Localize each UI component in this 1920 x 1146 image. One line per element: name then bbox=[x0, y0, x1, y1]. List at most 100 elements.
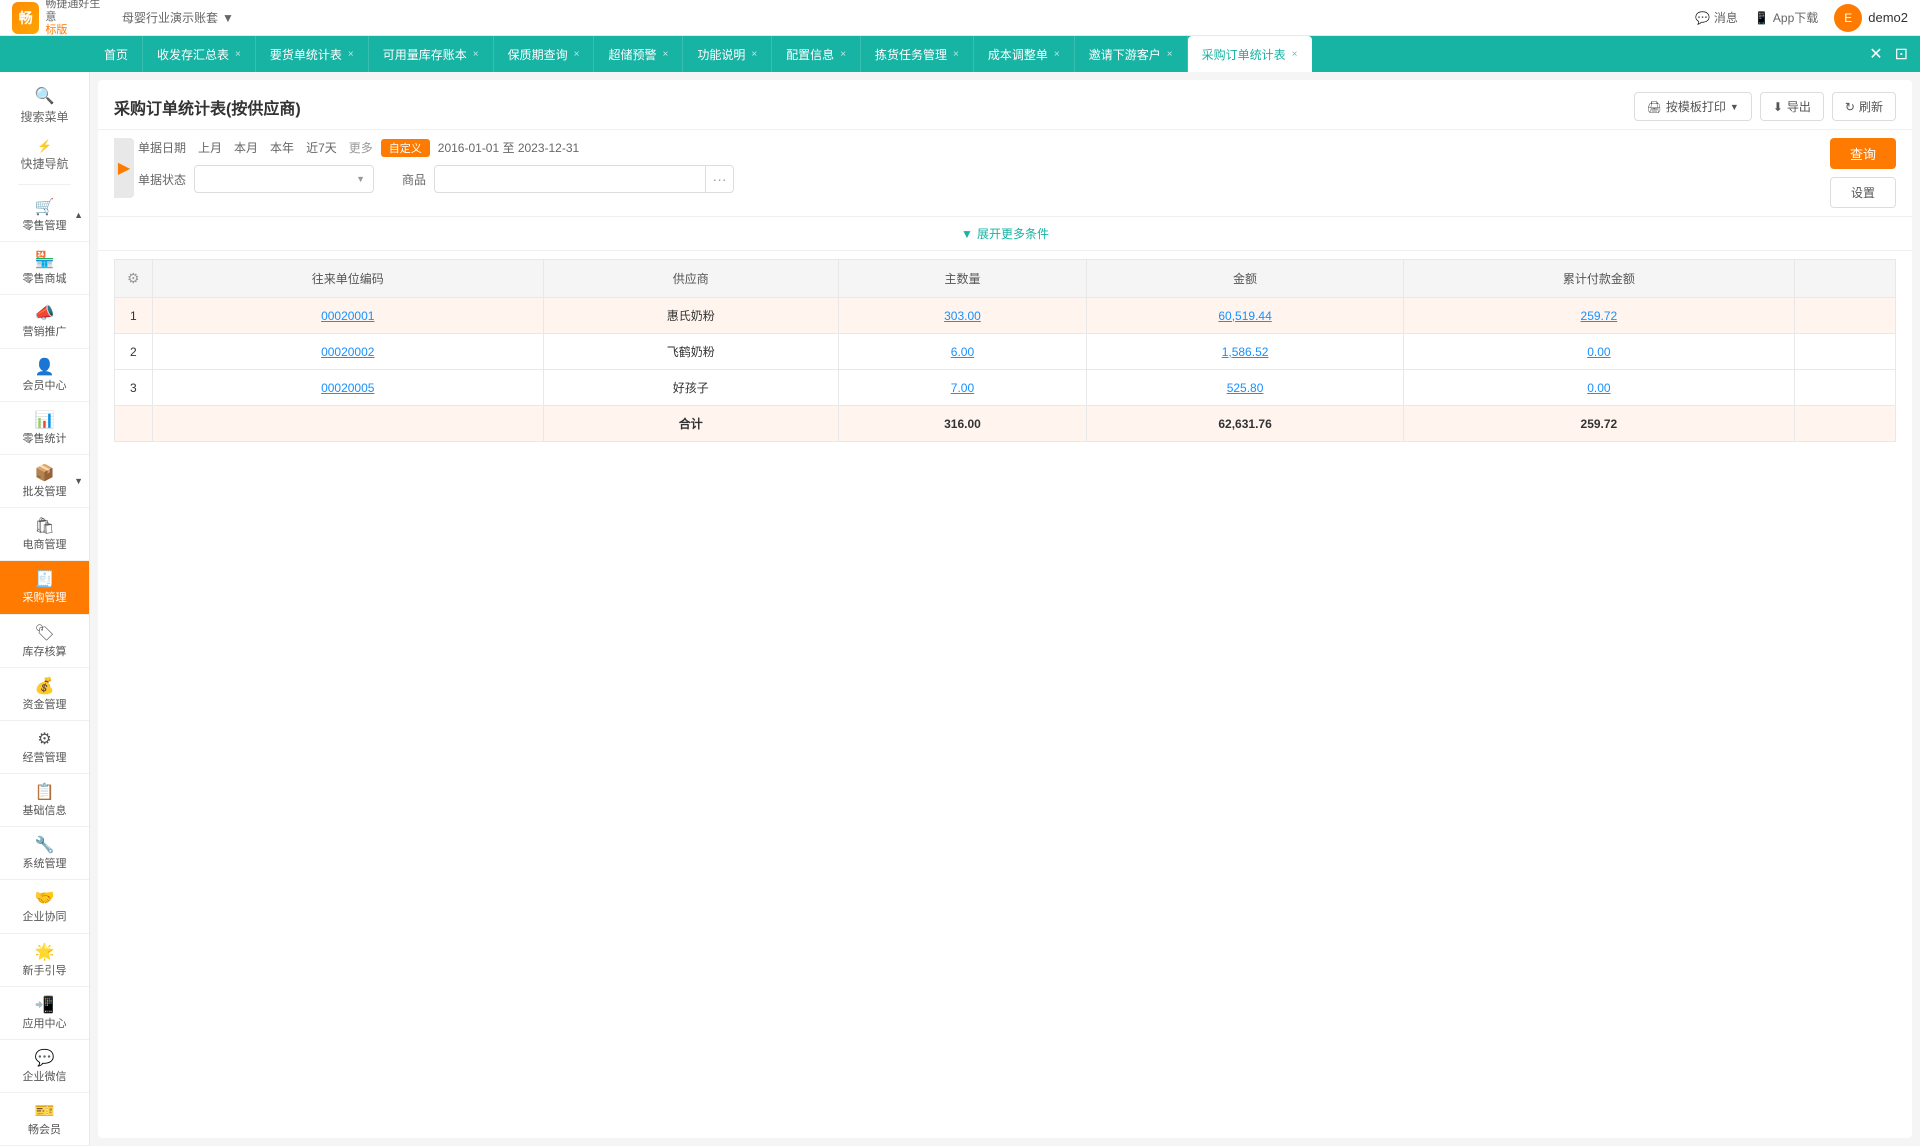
workspace-selector[interactable]: 母婴行业演示账套 ▼ bbox=[112, 9, 244, 26]
amount-link-2[interactable]: 1,586.52 bbox=[1222, 345, 1269, 359]
sidebar-item-retail-mgmt[interactable]: 🛒 零售管理 ▲ bbox=[0, 189, 89, 242]
sidebar-item-enterprise[interactable]: 🤝 企业协同 bbox=[0, 880, 89, 933]
close-icon[interactable]: × bbox=[574, 49, 580, 60]
sidebar-item-ecommerce[interactable]: 🛍 电商管理 bbox=[0, 508, 89, 561]
refresh-button[interactable]: ↻ 刷新 bbox=[1832, 92, 1896, 121]
goods-more-button[interactable]: ··· bbox=[705, 166, 733, 192]
tab-baozhi[interactable]: 保质期查询 × bbox=[494, 36, 595, 72]
tab-shoufacun[interactable]: 收发存汇总表 × bbox=[143, 36, 256, 72]
shortcut-this-year[interactable]: 本年 bbox=[266, 138, 298, 157]
sidebar-item-purchase[interactable]: 🧾 采购管理 bbox=[0, 561, 89, 614]
close-icon[interactable]: × bbox=[235, 49, 241, 60]
message-action[interactable]: 💬 消息 bbox=[1695, 9, 1738, 26]
page-header: 采购订单统计表(按供应商) 🖨 按模板打印 ▼ ⬇ 导出 ↻ 刷新 bbox=[98, 80, 1912, 130]
close-icon[interactable]: × bbox=[1167, 49, 1173, 60]
shortcut-7days[interactable]: 近7天 bbox=[302, 138, 341, 157]
row-supplier-1: 惠氏奶粉 bbox=[543, 298, 838, 334]
sidebar-item-wechat-work[interactable]: 💬 企业微信 bbox=[0, 1040, 89, 1093]
sidebar-item-finance[interactable]: 💰 资金管理 bbox=[0, 668, 89, 721]
shortcut-more[interactable]: 更多 bbox=[345, 138, 377, 157]
expand-more-button[interactable]: ▼ 展开更多条件 bbox=[957, 221, 1053, 246]
goods-input[interactable] bbox=[435, 172, 705, 186]
tab-kuyongliang[interactable]: 可用量库存账本 × bbox=[369, 36, 494, 72]
expand-icon: ▼ bbox=[961, 227, 973, 241]
export-button[interactable]: ⬇ 导出 bbox=[1760, 92, 1824, 121]
qty-link-3[interactable]: 7.00 bbox=[951, 381, 974, 395]
header-row: ⚙ 往来单位编码 供应商 主数量 金额 累计付款金额 bbox=[115, 260, 1896, 298]
user-name: demo2 bbox=[1868, 10, 1908, 25]
user-area[interactable]: E demo2 bbox=[1834, 4, 1908, 32]
tab-maximize-action[interactable]: ⊡ bbox=[1891, 40, 1912, 68]
sidebar-item-operations[interactable]: ⚙ 经营管理 bbox=[0, 721, 89, 774]
col-amount-header: 金额 bbox=[1087, 260, 1403, 298]
tab-close-action[interactable]: ✕ bbox=[1865, 40, 1886, 68]
sidebar-divider bbox=[18, 184, 71, 185]
page-title: 采购订单统计表(按供应商) bbox=[114, 95, 301, 119]
shortcut-last-month[interactable]: 上月 bbox=[194, 138, 226, 157]
row-supplier-2: 飞鹤奶粉 bbox=[543, 334, 838, 370]
tab-peizhi[interactable]: 配置信息 × bbox=[772, 36, 861, 72]
code-link-2[interactable]: 00020002 bbox=[321, 345, 374, 359]
tab-jianhuo[interactable]: 拣货任务管理 × bbox=[861, 36, 974, 72]
sidebar-item-system[interactable]: 🔧 系统管理 bbox=[0, 827, 89, 880]
tab-home[interactable]: 首页 bbox=[90, 36, 143, 72]
close-icon[interactable]: × bbox=[662, 49, 668, 60]
print-button[interactable]: 🖨 按模板打印 ▼ bbox=[1634, 92, 1752, 121]
shortcut-this-month[interactable]: 本月 bbox=[230, 138, 262, 157]
paid-link-2[interactable]: 0.00 bbox=[1587, 345, 1610, 359]
tab-caigou-active[interactable]: 采购订单统计表 × bbox=[1188, 36, 1313, 72]
sidebar-item-wholesale[interactable]: 📦 批发管理 ▼ bbox=[0, 455, 89, 508]
paid-link-3[interactable]: 0.00 bbox=[1587, 381, 1610, 395]
sidebar-search[interactable]: 🔍 搜索菜单 bbox=[0, 80, 89, 131]
top-right-actions: 💬 消息 📱 App下载 E demo2 bbox=[1695, 4, 1908, 32]
close-icon[interactable]: × bbox=[751, 49, 757, 60]
row-num-3: 3 bbox=[115, 370, 153, 406]
enterprise-icon: 🤝 bbox=[35, 888, 55, 908]
close-icon[interactable]: × bbox=[348, 49, 354, 60]
sidebar-quick-nav[interactable]: ⚡ 快捷导航 bbox=[0, 133, 89, 178]
tab-gongneng[interactable]: 功能说明 × bbox=[683, 36, 772, 72]
sidebar-item-marketing[interactable]: 📣 营销推广 bbox=[0, 295, 89, 348]
logo-area: 畅 畅捷通好生意 标版 bbox=[12, 0, 102, 37]
code-link-3[interactable]: 00020005 bbox=[321, 381, 374, 395]
sidebar-item-newbie[interactable]: 🌟 新手引导 bbox=[0, 934, 89, 987]
collapse-button[interactable]: ▶ bbox=[114, 138, 134, 198]
amount-link-1[interactable]: 60,519.44 bbox=[1218, 309, 1271, 323]
app-download-action[interactable]: 📱 App下载 bbox=[1754, 9, 1818, 26]
column-settings-icon[interactable]: ⚙ bbox=[127, 270, 140, 286]
status-select[interactable] bbox=[194, 165, 374, 193]
expand-more-row: ▼ 展开更多条件 bbox=[98, 217, 1912, 251]
sidebar-item-app-center[interactable]: 📲 应用中心 bbox=[0, 987, 89, 1040]
query-button[interactable]: 查询 bbox=[1830, 138, 1896, 169]
qty-link-2[interactable]: 6.00 bbox=[951, 345, 974, 359]
date-custom-tag[interactable]: 自定义 bbox=[381, 139, 430, 157]
tab-chengben[interactable]: 成本调整单 × bbox=[974, 36, 1075, 72]
sidebar: 🔍 搜索菜单 ⚡ 快捷导航 🛒 零售管理 ▲ 🏪 零售商城 📣 营销推广 👤 会… bbox=[0, 72, 90, 1146]
tab-yaohuo[interactable]: 要货单统计表 × bbox=[256, 36, 369, 72]
qty-link-1[interactable]: 303.00 bbox=[944, 309, 981, 323]
close-icon[interactable]: × bbox=[1292, 49, 1298, 60]
paid-link-1[interactable]: 259.72 bbox=[1581, 309, 1618, 323]
table-row: 1 00020001 惠氏奶粉 303.00 60,519.44 bbox=[115, 298, 1896, 334]
sidebar-item-member[interactable]: 👤 会员中心 bbox=[0, 349, 89, 402]
sidebar-item-retail-stats[interactable]: 📊 零售统计 bbox=[0, 402, 89, 455]
tab-yaoqing[interactable]: 邀请下游客户 × bbox=[1075, 36, 1188, 72]
sidebar-item-basic-info[interactable]: 📋 基础信息 bbox=[0, 774, 89, 827]
sidebar-item-retail-shop[interactable]: 🏪 零售商城 bbox=[0, 242, 89, 295]
setting-button[interactable]: 设置 bbox=[1830, 177, 1896, 208]
amount-link-3[interactable]: 525.80 bbox=[1227, 381, 1264, 395]
close-icon[interactable]: × bbox=[953, 49, 959, 60]
close-icon[interactable]: × bbox=[840, 49, 846, 60]
row-code-1: 00020001 bbox=[152, 298, 543, 334]
tab-chaochuyujing[interactable]: 超储预警 × bbox=[594, 36, 683, 72]
close-icon[interactable]: × bbox=[1054, 49, 1060, 60]
close-icon[interactable]: × bbox=[473, 49, 479, 60]
refresh-icon: ↻ bbox=[1845, 100, 1855, 114]
sidebar-item-inventory[interactable]: 🏷 库存核算 bbox=[0, 615, 89, 668]
row-code-2: 00020002 bbox=[152, 334, 543, 370]
app-center-icon: 📲 bbox=[35, 995, 55, 1015]
sidebar-item-member2[interactable]: 🎫 畅会员 bbox=[0, 1093, 89, 1146]
code-link-1[interactable]: 00020001 bbox=[321, 309, 374, 323]
retail-icon: 🛒 bbox=[35, 197, 55, 217]
footer-row: 合计 316.00 62,631.76 259.72 bbox=[115, 406, 1896, 442]
